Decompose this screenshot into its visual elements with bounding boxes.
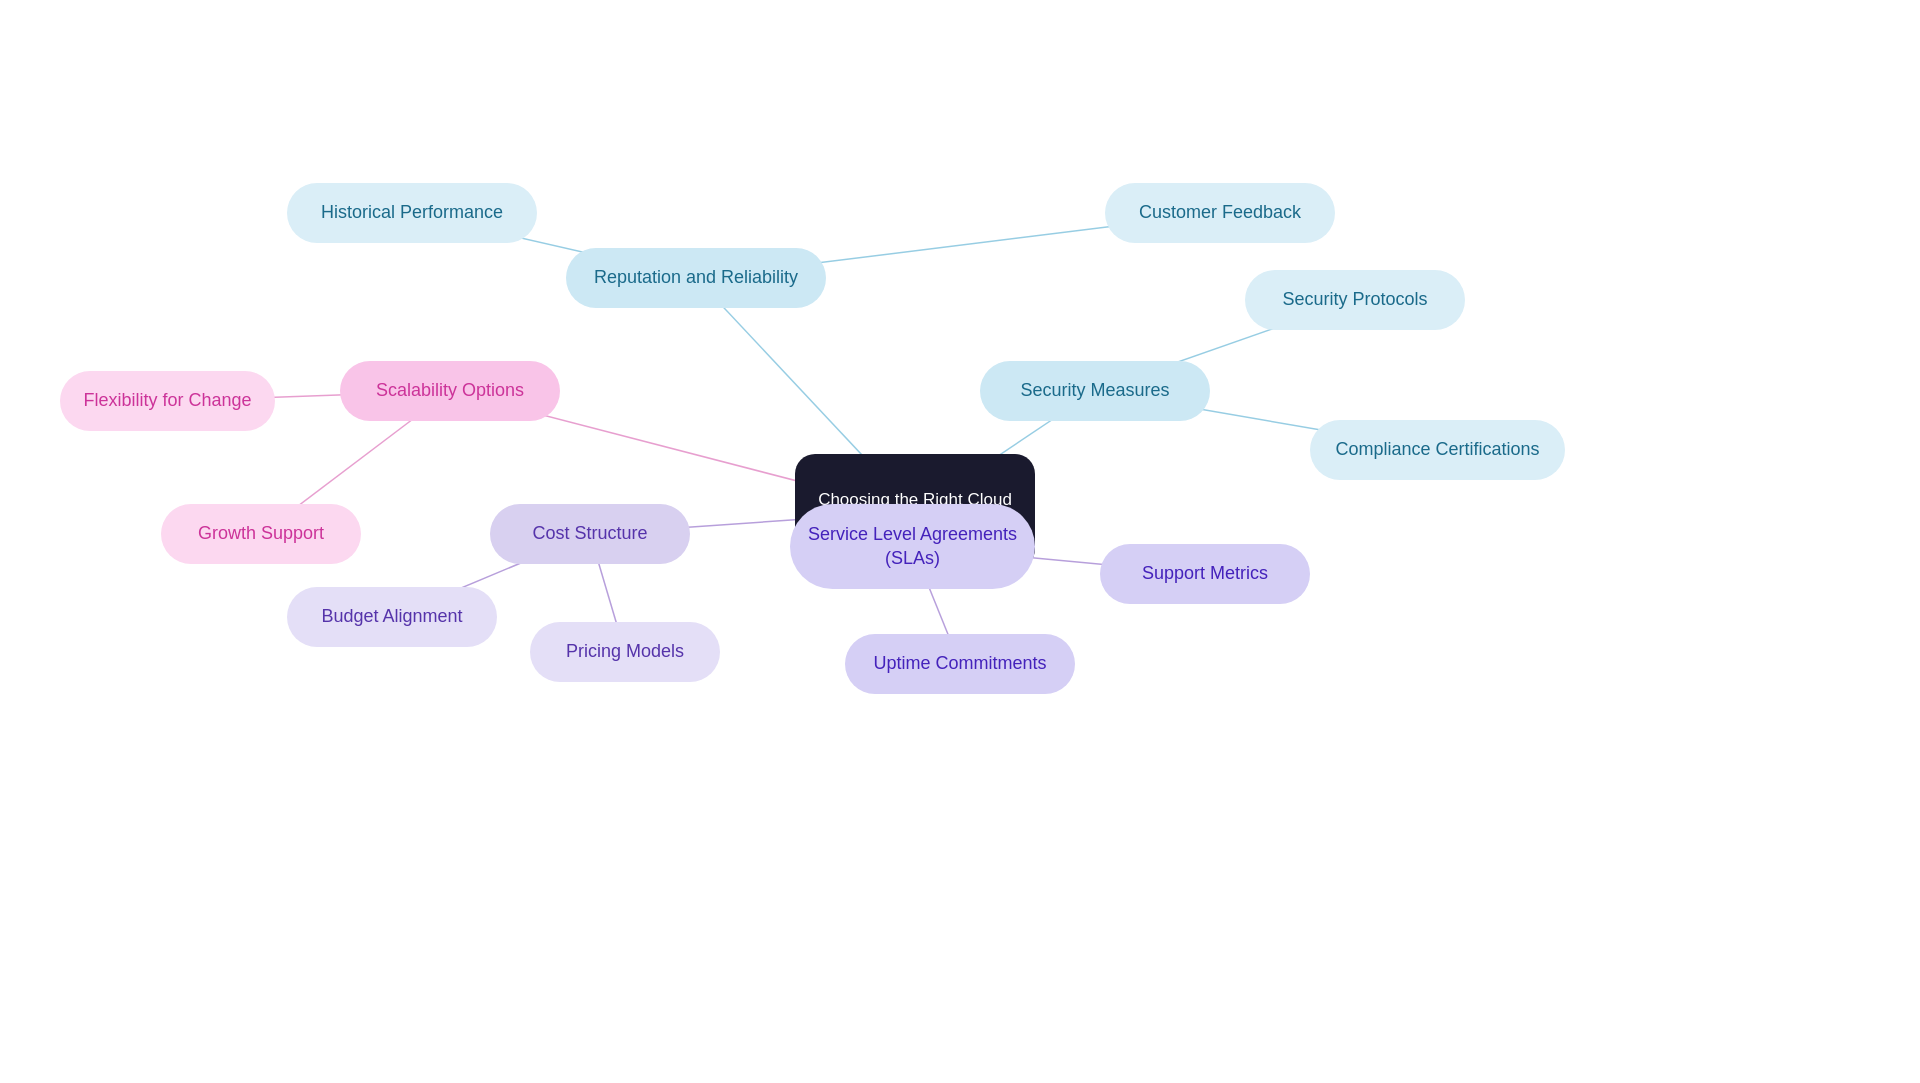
uptime-node[interactable]: Uptime Commitments — [845, 634, 1075, 694]
security-measures-node[interactable]: Security Measures — [980, 361, 1210, 421]
budget-node[interactable]: Budget Alignment — [287, 587, 497, 647]
reputation-label: Reputation and Reliability — [586, 266, 806, 289]
security-measures-label: Security Measures — [1012, 379, 1177, 402]
cost-label: Cost Structure — [524, 522, 655, 545]
customer-feedback-node[interactable]: Customer Feedback — [1105, 183, 1335, 243]
compliance-node[interactable]: Compliance Certifications — [1310, 420, 1565, 480]
pricing-node[interactable]: Pricing Models — [530, 622, 720, 682]
pricing-label: Pricing Models — [558, 640, 692, 663]
historical-node[interactable]: Historical Performance — [287, 183, 537, 243]
reputation-node[interactable]: Reputation and Reliability — [566, 248, 826, 308]
growth-label: Growth Support — [190, 522, 332, 545]
compliance-label: Compliance Certifications — [1327, 438, 1547, 461]
uptime-label: Uptime Commitments — [865, 652, 1054, 675]
support-metrics-node[interactable]: Support Metrics — [1100, 544, 1310, 604]
support-metrics-label: Support Metrics — [1134, 562, 1276, 585]
growth-node[interactable]: Growth Support — [161, 504, 361, 564]
scalability-node[interactable]: Scalability Options — [340, 361, 560, 421]
sla-label: Service Level Agreements (SLAs) — [800, 523, 1025, 570]
security-protocols-node[interactable]: Security Protocols — [1245, 270, 1465, 330]
historical-label: Historical Performance — [313, 201, 511, 224]
scalability-label: Scalability Options — [368, 379, 532, 402]
flexibility-node[interactable]: Flexibility for Change — [60, 371, 275, 431]
sla-node[interactable]: Service Level Agreements (SLAs) — [790, 504, 1035, 589]
security-protocols-label: Security Protocols — [1274, 288, 1435, 311]
customer-feedback-label: Customer Feedback — [1131, 201, 1309, 224]
cost-structure-node[interactable]: Cost Structure — [490, 504, 690, 564]
budget-label: Budget Alignment — [313, 605, 470, 628]
flexibility-label: Flexibility for Change — [75, 389, 259, 412]
